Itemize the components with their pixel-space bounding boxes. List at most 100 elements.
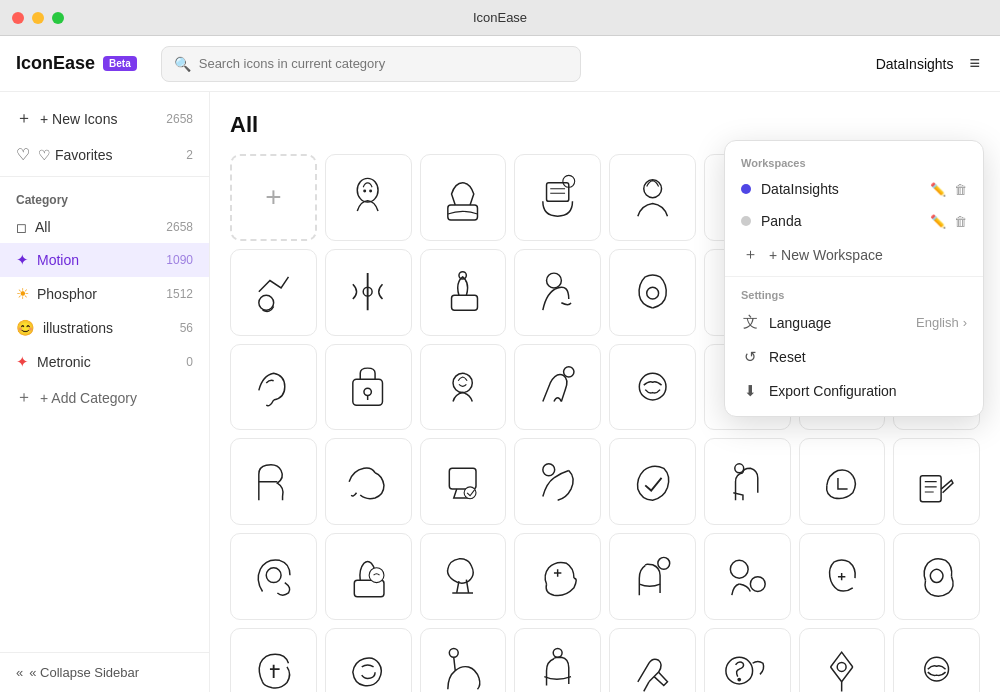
search-bar[interactable]: 🔍 [161,46,581,82]
delete-icon[interactable]: 🗑 [954,182,967,197]
delete-panda-icon[interactable]: 🗑 [954,214,967,229]
export-item[interactable]: ⬇ Export Configuration [725,374,983,408]
icon-cell[interactable] [514,533,601,620]
window-title: IconEase [473,10,527,25]
icon-cell[interactable] [420,628,507,692]
icon-cell[interactable] [420,344,507,431]
icon-cell[interactable] [609,154,696,241]
icon-cell[interactable] [325,344,412,431]
svg-point-47 [751,576,766,591]
svg-point-1 [364,189,367,192]
sidebar-item-all[interactable]: ◻ All 2658 [0,211,209,243]
window-controls[interactable] [12,12,64,24]
svg-point-26 [453,374,472,393]
add-icon-cell[interactable]: + [230,154,317,241]
heart-icon: ♡ [16,145,30,164]
icon-cell[interactable] [230,533,317,620]
sidebar-item-phosphor[interactable]: ☀ Phosphor 1512 [0,277,209,311]
category-section-title: Category [0,181,209,211]
icon-cell[interactable] [325,628,412,692]
icon-cell[interactable] [230,344,317,431]
icon-cell[interactable] [704,533,791,620]
icon-cell[interactable] [799,438,886,525]
metronic-count: 0 [186,355,193,369]
motion-icon: ✦ [16,251,29,269]
svg-point-13 [259,296,274,311]
icon-cell[interactable] [325,249,412,336]
icon-cell[interactable] [609,533,696,620]
phosphor-icon: ☀ [16,285,29,303]
workspaces-section-title: Workspaces [725,149,983,173]
maximize-button[interactable] [52,12,64,24]
icon-cell[interactable] [325,154,412,241]
workspace-name[interactable]: DataInsights [876,56,954,72]
svg-point-35 [464,487,476,499]
icon-cell[interactable] [420,533,507,620]
menu-icon[interactable]: ≡ [965,49,984,78]
reset-item[interactable]: ↺ Reset [725,340,983,374]
icon-cell[interactable] [325,438,412,525]
icon-cell[interactable] [230,628,317,692]
icon-cell[interactable] [325,533,412,620]
icon-cell[interactable] [799,628,886,692]
search-input[interactable] [199,56,568,71]
illustrations-count: 56 [180,321,193,335]
icon-cell[interactable] [514,344,601,431]
workspace-panda[interactable]: Panda ✏️ 🗑 [725,205,983,237]
svg-point-19 [646,288,658,300]
icon-cell[interactable] [609,438,696,525]
icon-cell[interactable] [420,249,507,336]
icon-cell[interactable] [514,154,601,241]
svg-point-36 [543,464,555,476]
all-label: All [35,219,166,235]
settings-section-title: Settings [725,281,983,305]
chevron-right-icon: › [963,315,967,330]
phosphor-label: Phosphor [37,286,166,302]
svg-point-51 [738,678,742,682]
all-count: 2658 [166,220,193,234]
sidebar-item-favorites[interactable]: ♡ ♡ Favorites 2 [0,137,209,172]
icon-cell[interactable] [704,438,791,525]
collapse-sidebar[interactable]: « « Collapse Sidebar [0,652,209,692]
close-button[interactable] [12,12,24,24]
svg-rect-38 [920,476,941,502]
icon-cell[interactable] [704,628,791,692]
icon-cell[interactable] [609,628,696,692]
sidebar-item-illustrations[interactable]: 😊 illustrations 56 [0,311,209,345]
new-workspace-item[interactable]: ＋ + New Workspace [725,237,983,272]
beta-badge: Beta [103,56,137,71]
icon-cell[interactable] [799,533,886,620]
sidebar-item-motion[interactable]: ✦ Motion 1090 [0,243,209,277]
icon-cell[interactable] [893,533,980,620]
svg-rect-34 [450,468,477,489]
icon-cell[interactable] [514,438,601,525]
icon-cell[interactable] [230,249,317,336]
new-icons-icon: ＋ [16,108,32,129]
language-icon: 文 [741,313,759,332]
icon-cell[interactable] [893,628,980,692]
icon-cell[interactable] [609,344,696,431]
edit-icon[interactable]: ✏️ [930,182,946,197]
svg-point-28 [639,374,666,401]
sidebar-item-new-icons[interactable]: ＋ + New Icons 2658 [0,100,209,137]
search-icon: 🔍 [174,56,191,72]
svg-point-37 [735,464,744,473]
add-category-icon: ＋ [16,387,32,408]
workspace-datainsights[interactable]: DataInsights ✏️ 🗑 [725,173,983,205]
icon-cell[interactable] [230,438,317,525]
icon-cell[interactable] [893,438,980,525]
icon-cell[interactable] [420,438,507,525]
export-icon: ⬇ [741,382,759,400]
language-item[interactable]: 文 Language English › [725,305,983,340]
motion-label: Motion [37,252,166,268]
icon-cell[interactable] [609,249,696,336]
minimize-button[interactable] [32,12,44,24]
sidebar-item-add-category[interactable]: ＋ + Add Category [0,379,209,416]
sidebar-item-metronic[interactable]: ✦ Metronic 0 [0,345,209,379]
icon-cell[interactable] [514,628,601,692]
edit-panda-icon[interactable]: ✏️ [930,214,946,229]
icon-cell[interactable] [420,154,507,241]
icon-cell[interactable] [514,249,601,336]
plus-icon: ＋ [741,245,759,264]
svg-rect-43 [355,580,385,596]
